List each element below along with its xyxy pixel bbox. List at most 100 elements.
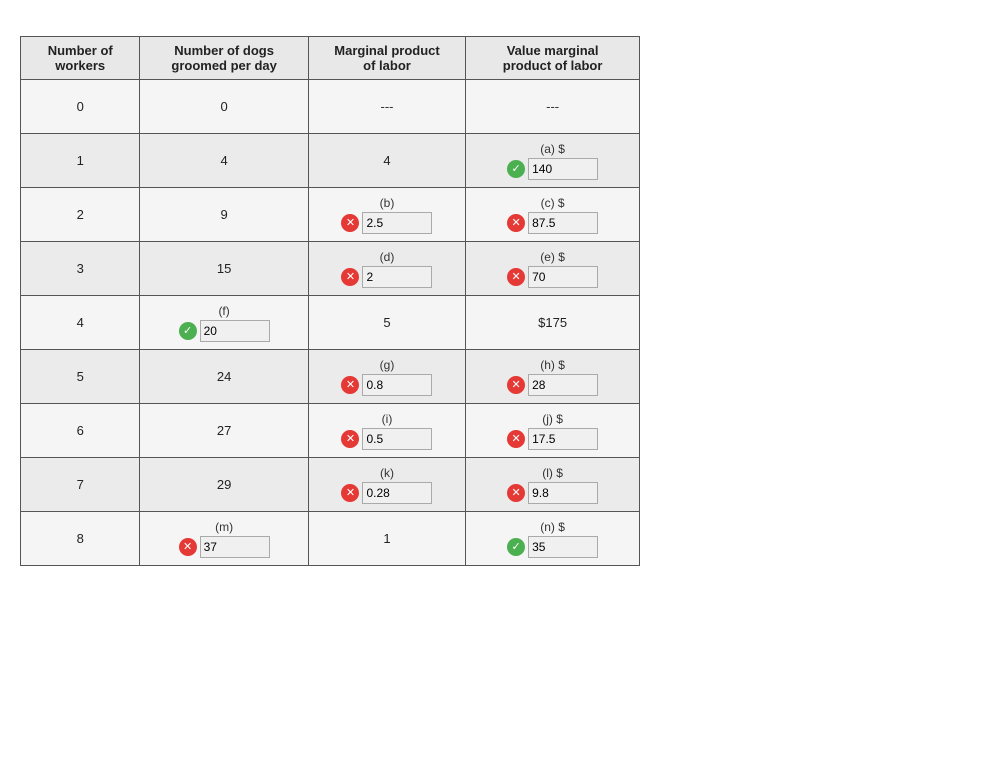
mpl-label: (i) <box>382 412 393 426</box>
cell-workers: 0 <box>21 80 140 134</box>
table-row: 144(a) $✓ <box>21 134 640 188</box>
dogs-value: 29 <box>217 477 231 492</box>
table-cell-mpl: (i)✕ <box>308 404 465 458</box>
vmpl-label: (h) $ <box>540 358 565 372</box>
dogs-input-row: ✓ <box>179 320 270 342</box>
table-row: 3 15 (d) ✕ (e) $ ✕ <box>21 242 640 296</box>
mpl-input-row: ✕ <box>341 374 432 396</box>
table-cell-mpl: 5 <box>308 296 465 350</box>
vmpl-input[interactable] <box>528 482 598 504</box>
mpl-cell-content: (g) ✕ <box>313 358 461 396</box>
table-row: 729(k)✕(l) $✕ <box>21 458 640 512</box>
table-cell-mpl: 4 <box>308 134 465 188</box>
mpl-input[interactable] <box>362 428 432 450</box>
mpl-cell-content: (b) ✕ <box>313 196 461 234</box>
table-cell-vmpl: (e) $ ✕ <box>466 242 640 296</box>
cell-workers: 2 <box>21 188 140 242</box>
table-cell-dogs: 9 <box>140 188 308 242</box>
vmpl-value: $175 <box>538 315 567 330</box>
vmpl-cell-content: (n) $ ✓ <box>470 520 635 558</box>
vmpl-input[interactable] <box>528 212 598 234</box>
mpl-input-row: ✕ <box>341 212 432 234</box>
header-dogs: Number of dogsgroomed per day <box>140 37 308 80</box>
vmpl-check-icon: ✓ <box>507 160 525 178</box>
mpl-label: (k) <box>380 466 394 480</box>
vmpl-label: (a) $ <box>540 142 565 156</box>
vmpl-input[interactable] <box>528 266 598 288</box>
mpl-cell-content: (d) ✕ <box>313 250 461 288</box>
mpl-value: 1 <box>383 531 390 546</box>
vmpl-input[interactable] <box>528 374 598 396</box>
table-row: 4 (f) ✓ 5 $175 <box>21 296 640 350</box>
dogs-input[interactable] <box>200 320 270 342</box>
mpl-dashes: --- <box>380 99 393 114</box>
dogs-input-row: ✕ <box>179 536 270 558</box>
table-cell-dogs: (f) ✓ <box>140 296 308 350</box>
table-cell-vmpl: (n) $ ✓ <box>466 512 640 566</box>
dogs-cell-content: (m) ✕ <box>144 520 303 558</box>
mpl-input[interactable] <box>362 482 432 504</box>
table-cell-vmpl: (c) $ ✕ <box>466 188 640 242</box>
vmpl-cell-content: (c) $ ✕ <box>470 196 635 234</box>
dogs-value: 4 <box>220 153 227 168</box>
dogs-value: 24 <box>217 369 231 384</box>
vmpl-input[interactable] <box>528 158 598 180</box>
table-cell-dogs: 29 <box>140 458 308 512</box>
mpl-cell-content: (k) ✕ <box>313 466 461 504</box>
vmpl-cell-content: (h) $ ✕ <box>470 358 635 396</box>
mpl-input-row: ✕ <box>341 266 432 288</box>
table-cell-mpl: 1 <box>308 512 465 566</box>
dogs-value: 15 <box>217 261 231 276</box>
mpl-label: (g) <box>380 358 395 372</box>
dogs-value: 27 <box>217 423 231 438</box>
dogs-label: (f) <box>218 304 229 318</box>
vmpl-input-row: ✓ <box>507 536 598 558</box>
mpl-x-icon: ✕ <box>341 484 359 502</box>
mpl-label: (b) <box>380 196 395 210</box>
mpl-input[interactable] <box>362 266 432 288</box>
table-cell-mpl: (g) ✕ <box>308 350 465 404</box>
table-cell-dogs: 27 <box>140 404 308 458</box>
vmpl-x-icon: ✕ <box>507 376 525 394</box>
vmpl-input-row: ✕ <box>507 212 598 234</box>
vmpl-input[interactable] <box>528 536 598 558</box>
table-row: 627(i)✕(j) $✕ <box>21 404 640 458</box>
cell-workers: 3 <box>21 242 140 296</box>
table-cell-dogs: (m) ✕ <box>140 512 308 566</box>
cell-workers: 8 <box>21 512 140 566</box>
table-cell-vmpl: (j) $✕ <box>466 404 640 458</box>
vmpl-input-row: ✕ <box>507 374 598 396</box>
dogs-value: 9 <box>220 207 227 222</box>
table-cell-vmpl: (a) $ ✓ <box>466 134 640 188</box>
dogs-value: 0 <box>220 99 227 114</box>
main-table: Number ofworkers Number of dogsgroomed p… <box>20 36 640 566</box>
dogs-cell-content: (f) ✓ <box>144 304 303 342</box>
dogs-label: (m) <box>215 520 233 534</box>
vmpl-x-icon: ✕ <box>507 484 525 502</box>
cell-workers: 5 <box>21 350 140 404</box>
mpl-label: (d) <box>380 250 395 264</box>
mpl-input[interactable] <box>362 212 432 234</box>
vmpl-label: (e) $ <box>540 250 565 264</box>
vmpl-check-icon: ✓ <box>507 538 525 556</box>
table-cell-dogs: 24 <box>140 350 308 404</box>
vmpl-label: (l) $ <box>542 466 563 480</box>
vmpl-label: (n) $ <box>540 520 565 534</box>
table-row: 0 0 --- --- <box>21 80 640 134</box>
vmpl-input[interactable] <box>528 428 598 450</box>
mpl-cell-content: (i)✕ <box>313 412 461 450</box>
cell-workers: 4 <box>21 296 140 350</box>
vmpl-x-icon: ✕ <box>507 268 525 286</box>
mpl-input[interactable] <box>362 374 432 396</box>
vmpl-label: (c) $ <box>541 196 565 210</box>
header-vmpl: Value marginalproduct of labor <box>466 37 640 80</box>
mpl-x-icon: ✕ <box>341 214 359 232</box>
dogs-input[interactable] <box>200 536 270 558</box>
mpl-value: 5 <box>383 315 390 330</box>
mpl-input-row: ✕ <box>341 482 432 504</box>
table-cell-vmpl: (h) $ ✕ <box>466 350 640 404</box>
table-row: 2 9 (b) ✕ (c) $ ✕ <box>21 188 640 242</box>
table-cell-vmpl: --- <box>466 80 640 134</box>
header-workers: Number ofworkers <box>21 37 140 80</box>
table-cell-mpl: (b) ✕ <box>308 188 465 242</box>
